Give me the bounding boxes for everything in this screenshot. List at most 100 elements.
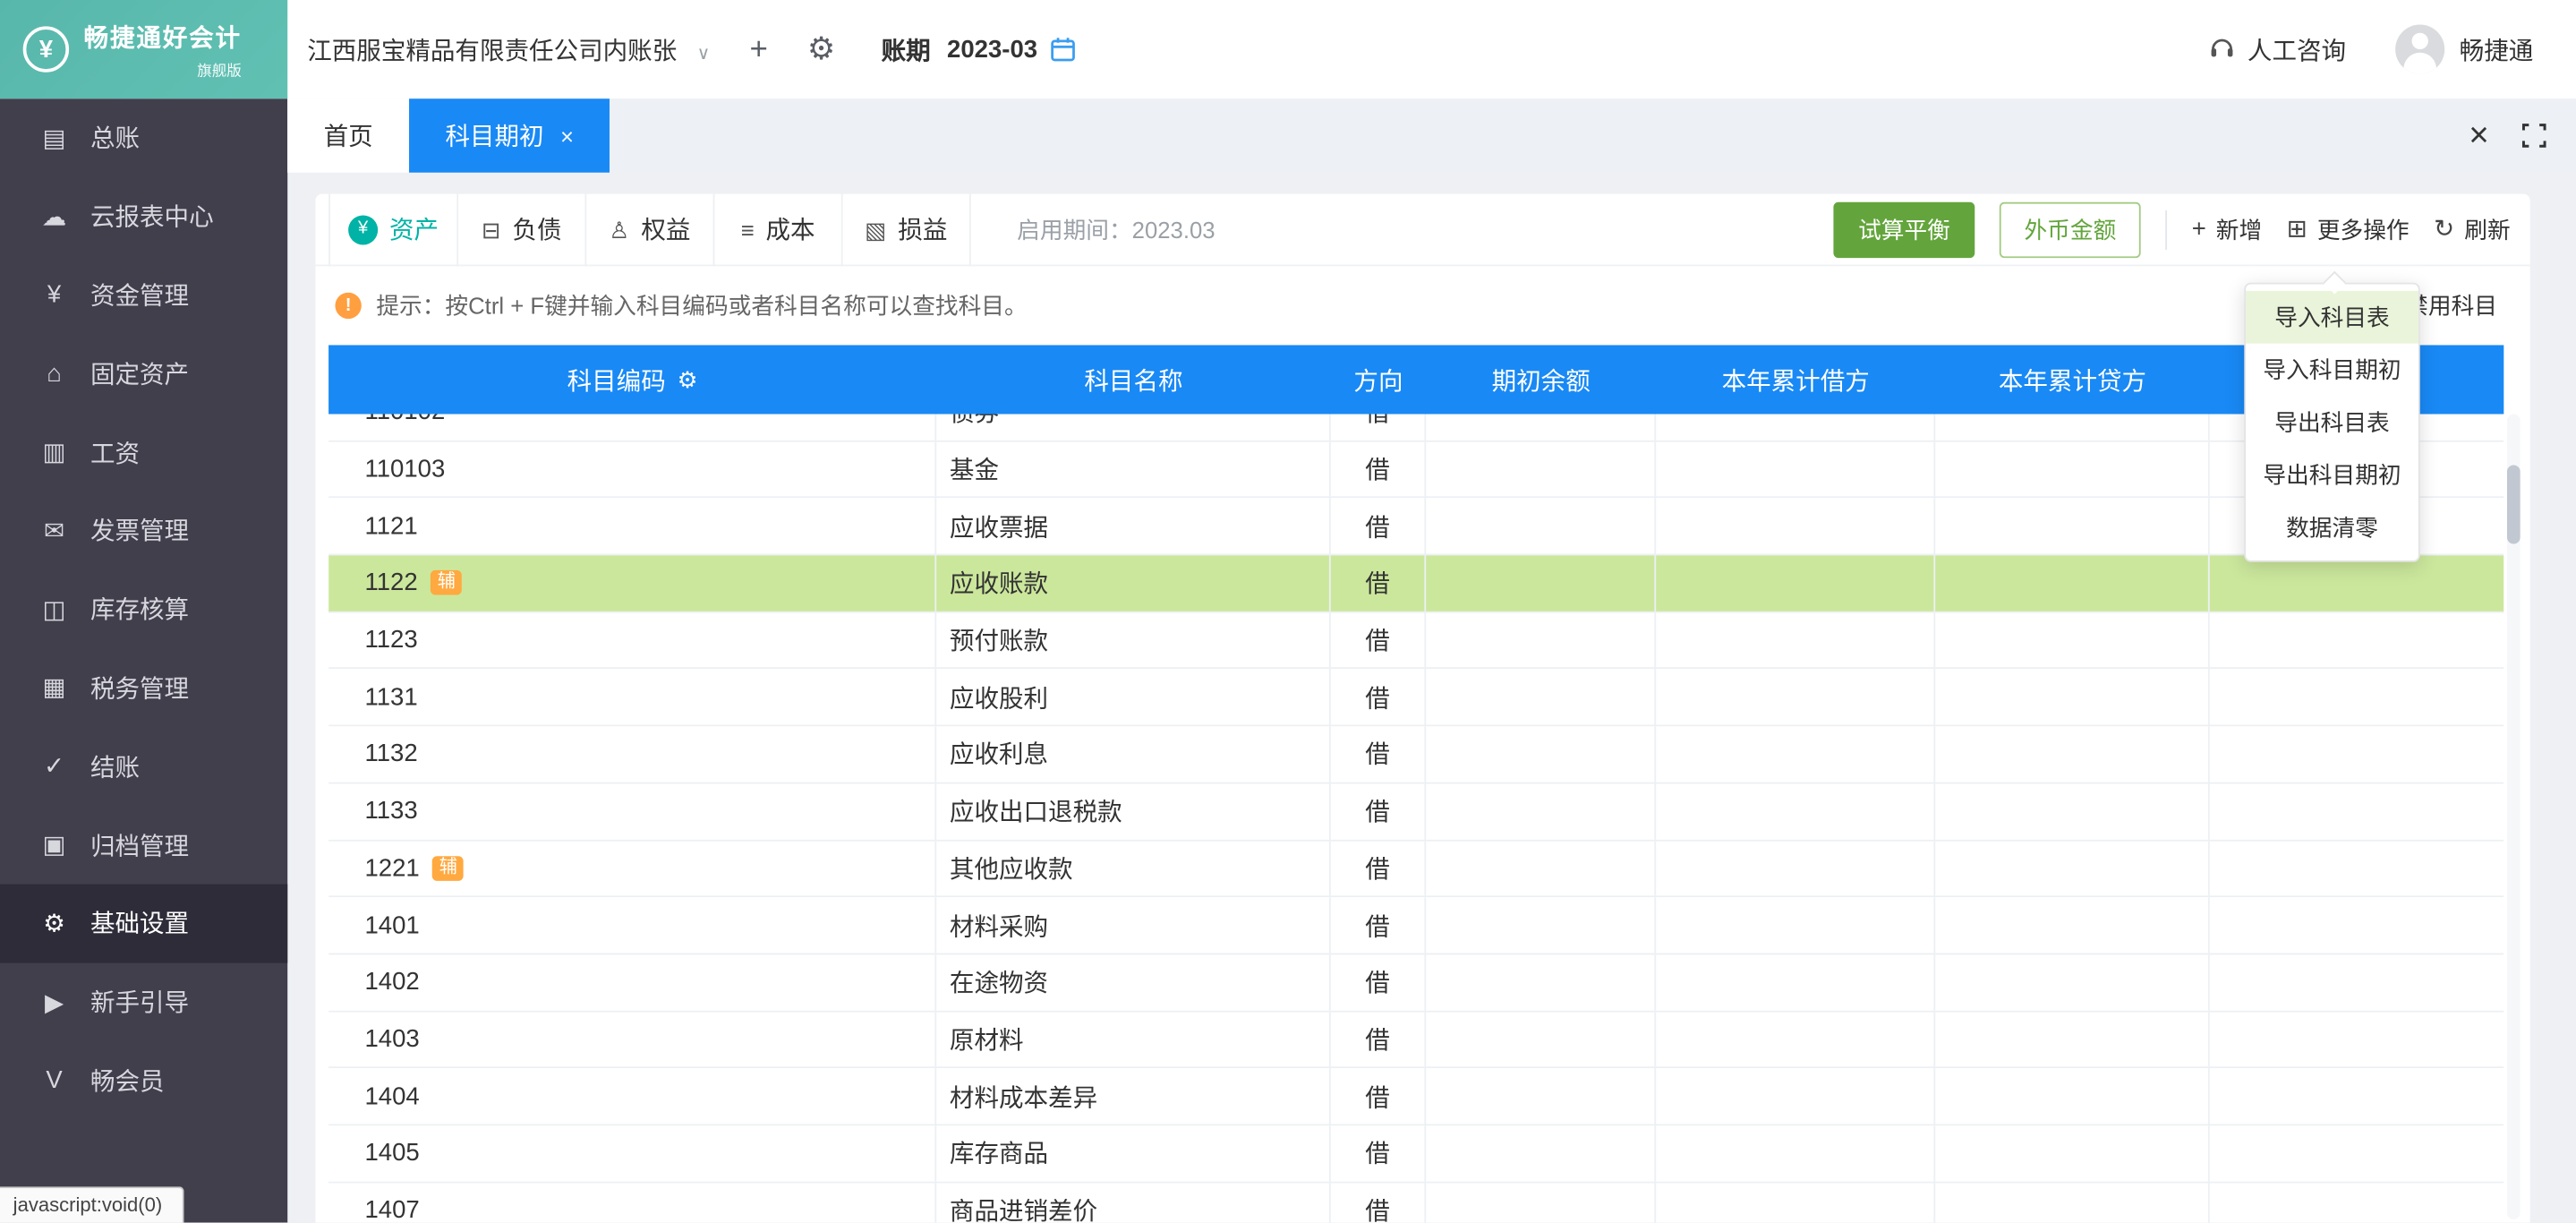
sidebar-nav: ▤ 总账 ☁ 云报表中心 ¥ 资金管理 ⌂ 固定资产 ▥ 工资 ✉ 发票管理 ◫…: [0, 98, 288, 1120]
tab-home[interactable]: 首页: [287, 98, 410, 173]
subject-name: 基金: [936, 441, 1331, 498]
table-row[interactable]: 1401 材料采购 借: [328, 897, 2504, 955]
sidebar-item[interactable]: ▣ 归档管理: [0, 806, 287, 885]
fullscreen-icon[interactable]: [2521, 124, 2546, 149]
column-settings-icon[interactable]: ⚙: [678, 365, 698, 393]
sidebar-item-label: 基础设置: [90, 911, 190, 939]
period-selector[interactable]: 2023-03: [947, 35, 1037, 63]
category-tab[interactable]: ♙ 权益: [586, 192, 715, 266]
sidebar-item-label: 税务管理: [90, 675, 190, 704]
sidebar-item[interactable]: ▤ 总账: [0, 98, 287, 177]
sidebar-item[interactable]: ⌂ 固定资产: [0, 334, 287, 413]
subject-name: 应收利息: [936, 726, 1331, 783]
table-row[interactable]: 1123 预付账款 借: [328, 612, 2504, 670]
ytd-debit-cell: [1656, 669, 1936, 725]
funds-icon: ¥: [47, 280, 62, 310]
app-edition: 旗舰版: [197, 61, 242, 79]
filler-cell: [2210, 556, 2504, 612]
sidebar-item[interactable]: ✓ 结账: [0, 727, 287, 806]
table-row[interactable]: 1132 应收利息 借: [328, 726, 2504, 784]
sidebar-item[interactable]: ◫ 库存核算: [0, 570, 287, 649]
calendar-icon[interactable]: [1051, 36, 1077, 62]
sidebar-item-label: 畅会员: [90, 1067, 165, 1097]
headset-icon: [2208, 32, 2236, 67]
avatar[interactable]: [2395, 24, 2445, 74]
aux-badge: 辅: [431, 570, 463, 596]
subject-name: 材料成本差异: [936, 1068, 1331, 1125]
table-row[interactable]: 1407 商品进销差价 借: [328, 1182, 2504, 1223]
category-tab[interactable]: ≡ 成本: [714, 192, 843, 266]
user-name[interactable]: 畅捷通: [2460, 32, 2534, 67]
subject-name: 应收账款: [936, 555, 1331, 612]
category-tab[interactable]: ⊟ 负债: [458, 192, 587, 266]
filler-cell: [2210, 670, 2504, 725]
filler-cell: [2210, 841, 2504, 896]
dropdown-item[interactable]: 导入科目期初: [2246, 344, 2418, 397]
foreign-currency-button[interactable]: 外币金额: [1999, 201, 2141, 258]
add-new-label: 新增: [2215, 216, 2263, 243]
dropdown-item[interactable]: 数据清零: [2246, 501, 2418, 554]
refresh-button[interactable]: ↻ 刷新: [2434, 213, 2510, 246]
support-link[interactable]: 人工咨询: [2208, 32, 2346, 67]
ytd-credit-cell: [1935, 954, 2210, 1011]
direction-cell: 借: [1331, 783, 1427, 840]
ytd-credit-cell: [1935, 726, 2210, 783]
table-row[interactable]: 1403 原材料 借: [328, 1011, 2504, 1069]
dropdown-item[interactable]: 导出科目期初: [2246, 449, 2418, 501]
category-tab[interactable]: ▧ 损益: [843, 192, 971, 266]
close-all-tabs-icon[interactable]: ×: [2469, 118, 2489, 153]
ytd-credit-cell: [1935, 414, 2210, 440]
sidebar-item[interactable]: ▶ 新手引导: [0, 962, 287, 1041]
trial-balance-button[interactable]: 试算平衡: [1833, 201, 1975, 258]
app-title: 畅捷通好会计: [83, 23, 242, 52]
table-row[interactable]: 110102 债券 借: [328, 414, 2504, 442]
table-row[interactable]: 1404 材料成本差异 借: [328, 1068, 2504, 1126]
table-row[interactable]: 1221 辅 其他应收款 借: [328, 840, 2504, 898]
direction-cell: 借: [1331, 954, 1427, 1011]
table-body: 110102 债券 借: [328, 414, 2504, 1223]
opening-balance-cell: [1426, 669, 1657, 725]
subject-name: 应收股利: [936, 669, 1331, 725]
ytd-debit-cell: [1656, 555, 1936, 612]
tab-subject-initial[interactable]: 科目期初 ×: [409, 98, 610, 173]
table-row[interactable]: 1133 应收出口退税款 借: [328, 783, 2504, 841]
category-tab[interactable]: ¥ 资产: [330, 192, 459, 266]
subject-name: 在途物资: [936, 954, 1331, 1011]
sidebar-item[interactable]: V 畅会员: [0, 1041, 287, 1120]
scrollbar-thumb[interactable]: [2506, 465, 2521, 544]
table-row[interactable]: 1131 应收股利 借: [328, 669, 2504, 727]
opening-balance-cell: [1426, 414, 1657, 440]
add-account-set-button[interactable]: +: [749, 34, 767, 65]
filler-cell: [2210, 1125, 2504, 1181]
company-selector[interactable]: 江西服宝精品有限责任公司内账张 ∨: [307, 32, 710, 67]
sidebar-item[interactable]: ▥ 工资: [0, 413, 287, 492]
table-row[interactable]: 1405 库存商品 借: [328, 1125, 2504, 1183]
dropdown-item[interactable]: 导入科目表: [2246, 290, 2418, 344]
table-row[interactable]: 1402 在途物资 借: [328, 954, 2504, 1012]
sidebar-item[interactable]: ▦ 税务管理: [0, 648, 287, 727]
direction-cell: 借: [1331, 414, 1427, 440]
ytd-debit-cell: [1656, 498, 1936, 554]
direction-cell: 借: [1331, 897, 1427, 954]
sidebar-item-label: 总账: [90, 125, 141, 154]
subject-code: 1131: [364, 683, 418, 712]
table-row[interactable]: 110103 基金 借: [328, 441, 2504, 499]
opening-balance-cell: [1426, 1011, 1657, 1067]
dropdown-item[interactable]: 导出科目表: [2246, 396, 2418, 449]
more-actions-button[interactable]: ⊞ 更多操作: [2287, 213, 2410, 246]
tab-close-icon[interactable]: ×: [560, 123, 574, 149]
add-new-button[interactable]: + 新增: [2192, 213, 2262, 246]
divider: [2165, 210, 2168, 250]
table-row[interactable]: 1121 应收票据 借: [328, 498, 2504, 556]
sidebar-item[interactable]: ☁ 云报表中心: [0, 177, 287, 256]
table-row[interactable]: 1122 辅 应收账款 借: [328, 555, 2504, 613]
subject-code: 1403: [364, 1025, 420, 1054]
subject-code: 110103: [364, 455, 446, 483]
main-panel: ¥ 资产 ⊟ 负债 ♙ 权益 ≡ 成本 ▧ 损益 启用期间：2023.03 试算…: [315, 192, 2530, 1223]
sidebar-item[interactable]: ⚙ 基础设置: [0, 884, 288, 963]
plus-icon: +: [2191, 215, 2206, 244]
settings-gear-icon[interactable]: ⚙: [807, 34, 835, 65]
header-subject-name: 科目名称: [1084, 367, 1183, 396]
sidebar-item[interactable]: ✉ 发票管理: [0, 492, 287, 570]
sidebar-item[interactable]: ¥ 资金管理: [0, 256, 287, 335]
